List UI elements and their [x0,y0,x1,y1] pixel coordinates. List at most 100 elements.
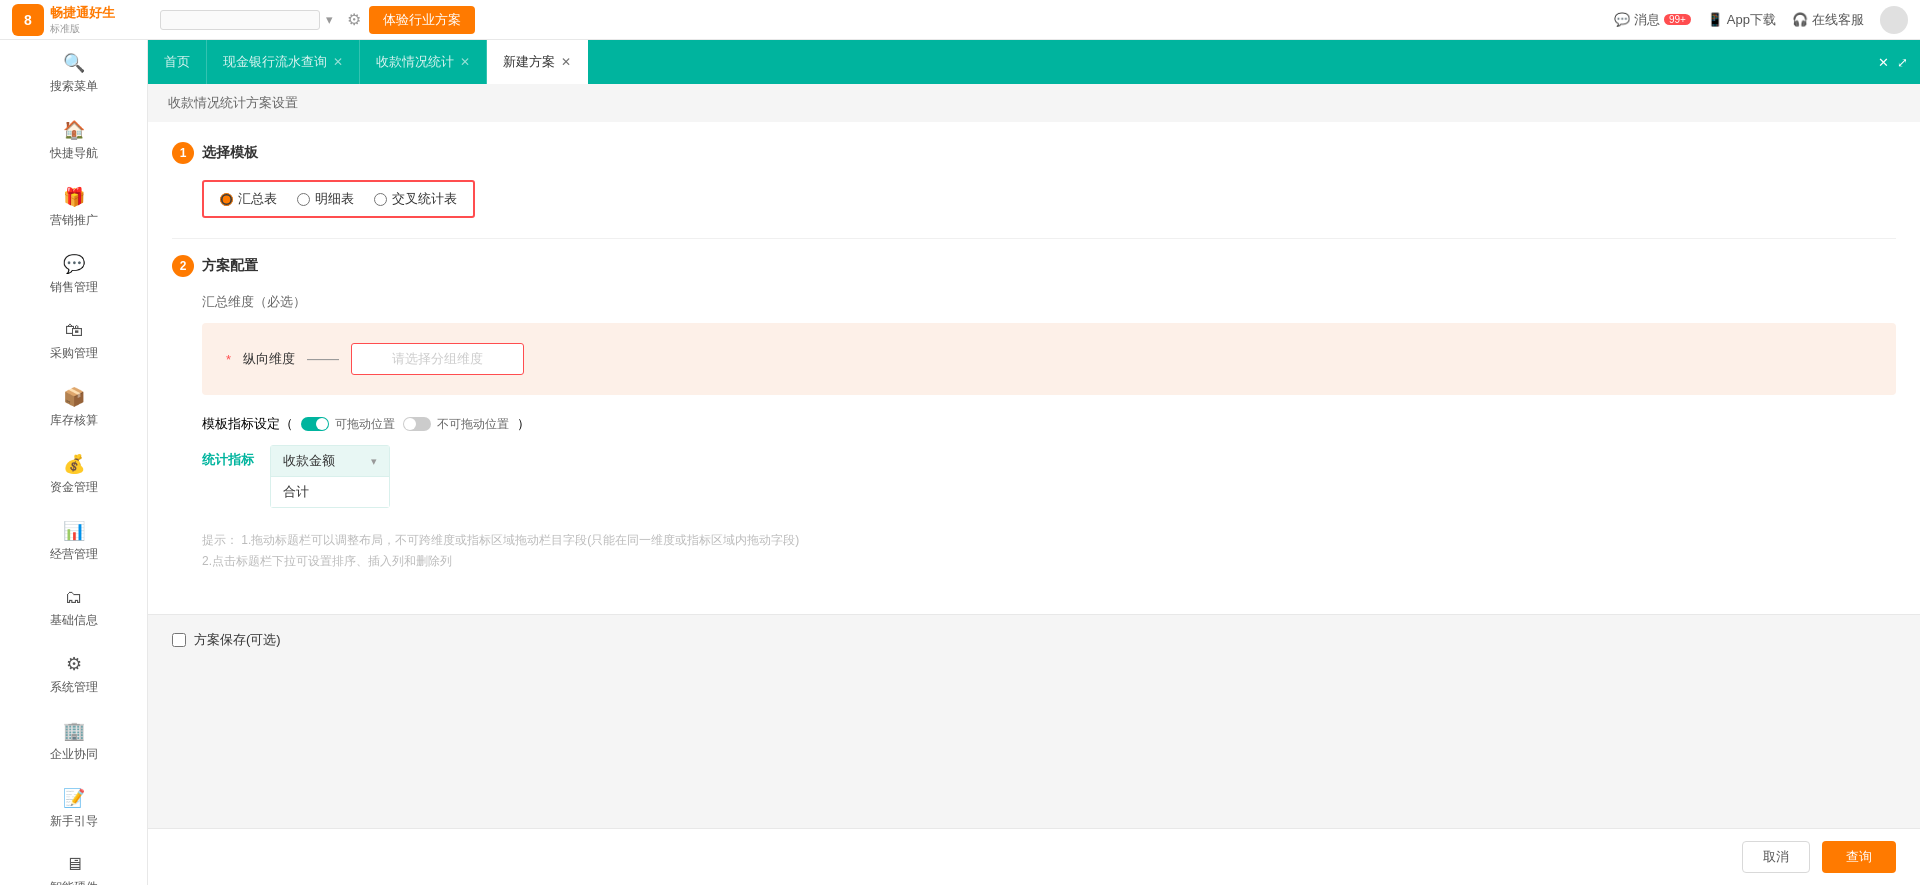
breadcrumb-input[interactable] [160,10,320,30]
sidebar-item-label: 资金管理 [50,479,98,496]
save-label: 方案保存(可选) [194,631,281,649]
message-badge: 99+ [1664,14,1691,25]
toggle-draggable: 可拖动位置 [301,416,395,433]
indicator-hint: 模板指标设定（ 可拖动位置 [202,415,1896,433]
sidebar-item-basic-info[interactable]: 🗂 基础信息 [0,575,147,641]
sidebar-item-guide[interactable]: 📝 新手引导 [0,775,147,842]
hint1: 提示： 1.拖动标题栏可以调整布局，不可跨维度或指标区域拖动栏目字段(只能在同一… [202,532,1896,549]
tab-expand-icon[interactable]: ⤢ [1897,55,1908,70]
operation-icon: 📊 [63,520,85,542]
radio-summary-input[interactable] [220,193,233,206]
breadcrumb-arrow-icon[interactable]: ▾ [326,12,333,27]
tab-bank-flow[interactable]: 现金银行流水查询 ✕ [207,40,360,84]
service-item[interactable]: 🎧 在线客服 [1792,11,1864,29]
step1-header: 1 选择模板 [172,142,1896,164]
system-icon: ⚙ [66,653,82,675]
radio-cross-input[interactable] [374,193,387,206]
radio-cross[interactable]: 交叉统计表 [374,190,457,208]
sidebar-item-operation[interactable]: 📊 经营管理 [0,508,147,575]
sidebar-item-search-menu[interactable]: 🔍 搜索菜单 [0,40,147,107]
radio-detail[interactable]: 明细表 [297,190,354,208]
tab-bar: 首页 现金银行流水查询 ✕ 收款情况统计 ✕ 新建方案 ✕ ✕ ⤢ [148,40,1920,84]
toggle-draggable-label: 可拖动位置 [335,416,395,433]
message-item[interactable]: 💬 消息 99+ [1614,11,1691,29]
tab-new-plan-label: 新建方案 [503,53,555,71]
step2-content: 汇总维度（必选） * 纵向维度 —— 请选择分组维度 [202,293,1896,594]
radio-detail-input[interactable] [297,193,310,206]
step1-section: 1 选择模板 汇总表 明细 [172,142,1896,218]
sidebar-item-sales[interactable]: 💬 销售管理 [0,241,147,308]
template-options: 汇总表 明细表 交叉统计表 [202,180,475,218]
indicator-title-suffix: ） [517,415,530,433]
vertical-dim-label: 纵向维度 [243,350,295,368]
sidebar-item-label: 企业协同 [50,746,98,763]
stats-table-row: 合计 [271,477,389,507]
download-icon: 📱 [1707,12,1723,27]
search-menu-icon: 🔍 [63,52,85,74]
toggle-draggable-dot [316,418,328,430]
radio-cross-label: 交叉统计表 [392,190,457,208]
radio-summary-label: 汇总表 [238,190,277,208]
stats-table: 收款金额 ▾ 合计 [270,445,390,508]
toggle-not-draggable-box[interactable] [403,417,431,431]
sidebar-item-label: 营销推广 [50,212,98,229]
step1-number: 1 [172,142,194,164]
sidebar-item-hardware[interactable]: 🖥 智能硬件 [0,842,147,885]
user-avatar[interactable] [1880,6,1908,34]
sidebar-item-inventory[interactable]: 📦 库存核算 [0,374,147,441]
sidebar-item-label: 库存核算 [50,412,98,429]
tab-collect-stat-close[interactable]: ✕ [460,55,470,69]
summary-dim-title: 汇总维度（必选） [202,293,1896,311]
logo-icon: 8 [12,4,44,36]
step2-number: 2 [172,255,194,277]
sidebar-item-purchase[interactable]: 🛍 采购管理 [0,308,147,374]
tab-bank-flow-label: 现金银行流水查询 [223,53,327,71]
toggle-not-draggable-label: 不可拖动位置 [437,416,509,433]
top-right: 💬 消息 99+ 📱 App下载 🎧 在线客服 [1614,6,1908,34]
basic-info-icon: 🗂 [65,587,83,608]
dimension-row: * 纵向维度 —— 请选择分组维度 [226,343,1872,375]
finance-icon: 💰 [63,453,85,475]
sidebar-item-label: 新手引导 [50,813,98,830]
sidebar-item-enterprise[interactable]: 🏢 企业协同 [0,708,147,775]
sidebar-item-label: 智能硬件 [50,879,98,885]
stats-dropdown-arrow-icon[interactable]: ▾ [371,455,377,468]
sidebar-item-label: 快捷导航 [50,145,98,162]
dimension-select[interactable]: 请选择分组维度 [351,343,524,375]
stats-table-header[interactable]: 收款金额 ▾ [271,446,389,477]
top-bar: 8 畅捷通好生 标准版 ▾ ⚙ 体验行业方案 💬 消息 99+ 📱 App下载 … [0,0,1920,40]
save-section: 方案保存(可选) [148,614,1920,665]
save-checkbox[interactable] [172,633,186,647]
divider [172,238,1896,239]
stats-area: 统计指标 收款金额 ▾ 合计 [202,445,1896,508]
tab-home[interactable]: 首页 [148,40,207,84]
sidebar-item-label: 系统管理 [50,679,98,696]
tab-bank-flow-close[interactable]: ✕ [333,55,343,69]
indicator-title: 模板指标设定（ [202,415,293,433]
cancel-button[interactable]: 取消 [1742,841,1810,873]
tab-new-plan[interactable]: 新建方案 ✕ [487,40,588,84]
purchase-icon: 🛍 [65,320,83,341]
gear-icon[interactable]: ⚙ [347,10,361,29]
query-button[interactable]: 查询 [1822,841,1896,873]
sidebar-item-system[interactable]: ⚙ 系统管理 [0,641,147,708]
toggle-draggable-box[interactable] [301,417,329,431]
page-content: 收款情况统计方案设置 1 选择模板 汇总 [148,84,1920,828]
tab-home-label: 首页 [164,53,190,71]
sidebar-item-quick-nav[interactable]: 🏠 快捷导航 [0,107,147,174]
sidebar-item-label: 销售管理 [50,279,98,296]
sidebar-item-label: 经营管理 [50,546,98,563]
download-item[interactable]: 📱 App下载 [1707,11,1776,29]
radio-summary[interactable]: 汇总表 [220,190,277,208]
sales-icon: 💬 [63,253,85,275]
sidebar-item-marketing[interactable]: 🎁 营销推广 [0,174,147,241]
sidebar-item-finance[interactable]: 💰 资金管理 [0,441,147,508]
tab-close-all-icon[interactable]: ✕ [1878,55,1889,70]
form-section: 1 选择模板 汇总表 明细 [148,122,1920,614]
arrow-icon: —— [307,350,339,368]
logo: 8 畅捷通好生 标准版 [12,4,160,36]
tab-collect-stat[interactable]: 收款情况统计 ✕ [360,40,487,84]
trial-button[interactable]: 体验行业方案 [369,6,475,34]
tab-new-plan-close[interactable]: ✕ [561,55,571,69]
content-area: 首页 现金银行流水查询 ✕ 收款情况统计 ✕ 新建方案 ✕ ✕ ⤢ [148,40,1920,885]
